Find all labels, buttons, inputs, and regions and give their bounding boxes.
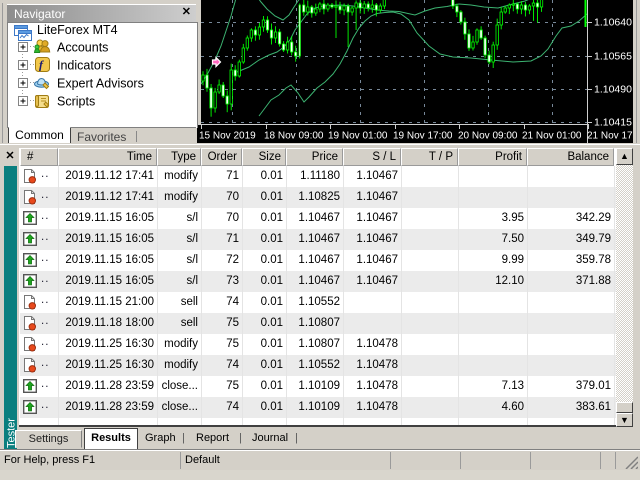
svg-text:Expert Advisors: Expert Advisors — [57, 77, 144, 91]
svg-text:20 Nov 09:00: 20 Nov 09:00 — [458, 131, 518, 142]
svg-text:15 Nov 2019: 15 Nov 2019 — [199, 131, 256, 142]
svg-text:Indicators: Indicators — [57, 59, 111, 73]
svg-text:18 Nov 09:00: 18 Nov 09:00 — [264, 131, 324, 142]
svg-text:1.10565: 1.10565 — [594, 51, 632, 63]
svg-text:1.10490: 1.10490 — [594, 84, 632, 96]
svg-text:1.10640: 1.10640 — [594, 17, 632, 29]
svg-text:19 Nov 01:00: 19 Nov 01:00 — [328, 131, 388, 142]
svg-text:19 Nov 17:00: 19 Nov 17:00 — [393, 131, 453, 142]
svg-text:Scripts: Scripts — [57, 95, 95, 109]
svg-text:LiteForex MT4: LiteForex MT4 — [37, 23, 118, 37]
svg-text:Accounts: Accounts — [57, 41, 108, 55]
svg-text:1.10415: 1.10415 — [594, 117, 632, 129]
svg-text:21 Nov 17:00: 21 Nov 17:00 — [587, 131, 633, 142]
svg-text:21 Nov 01:00: 21 Nov 01:00 — [522, 131, 582, 142]
